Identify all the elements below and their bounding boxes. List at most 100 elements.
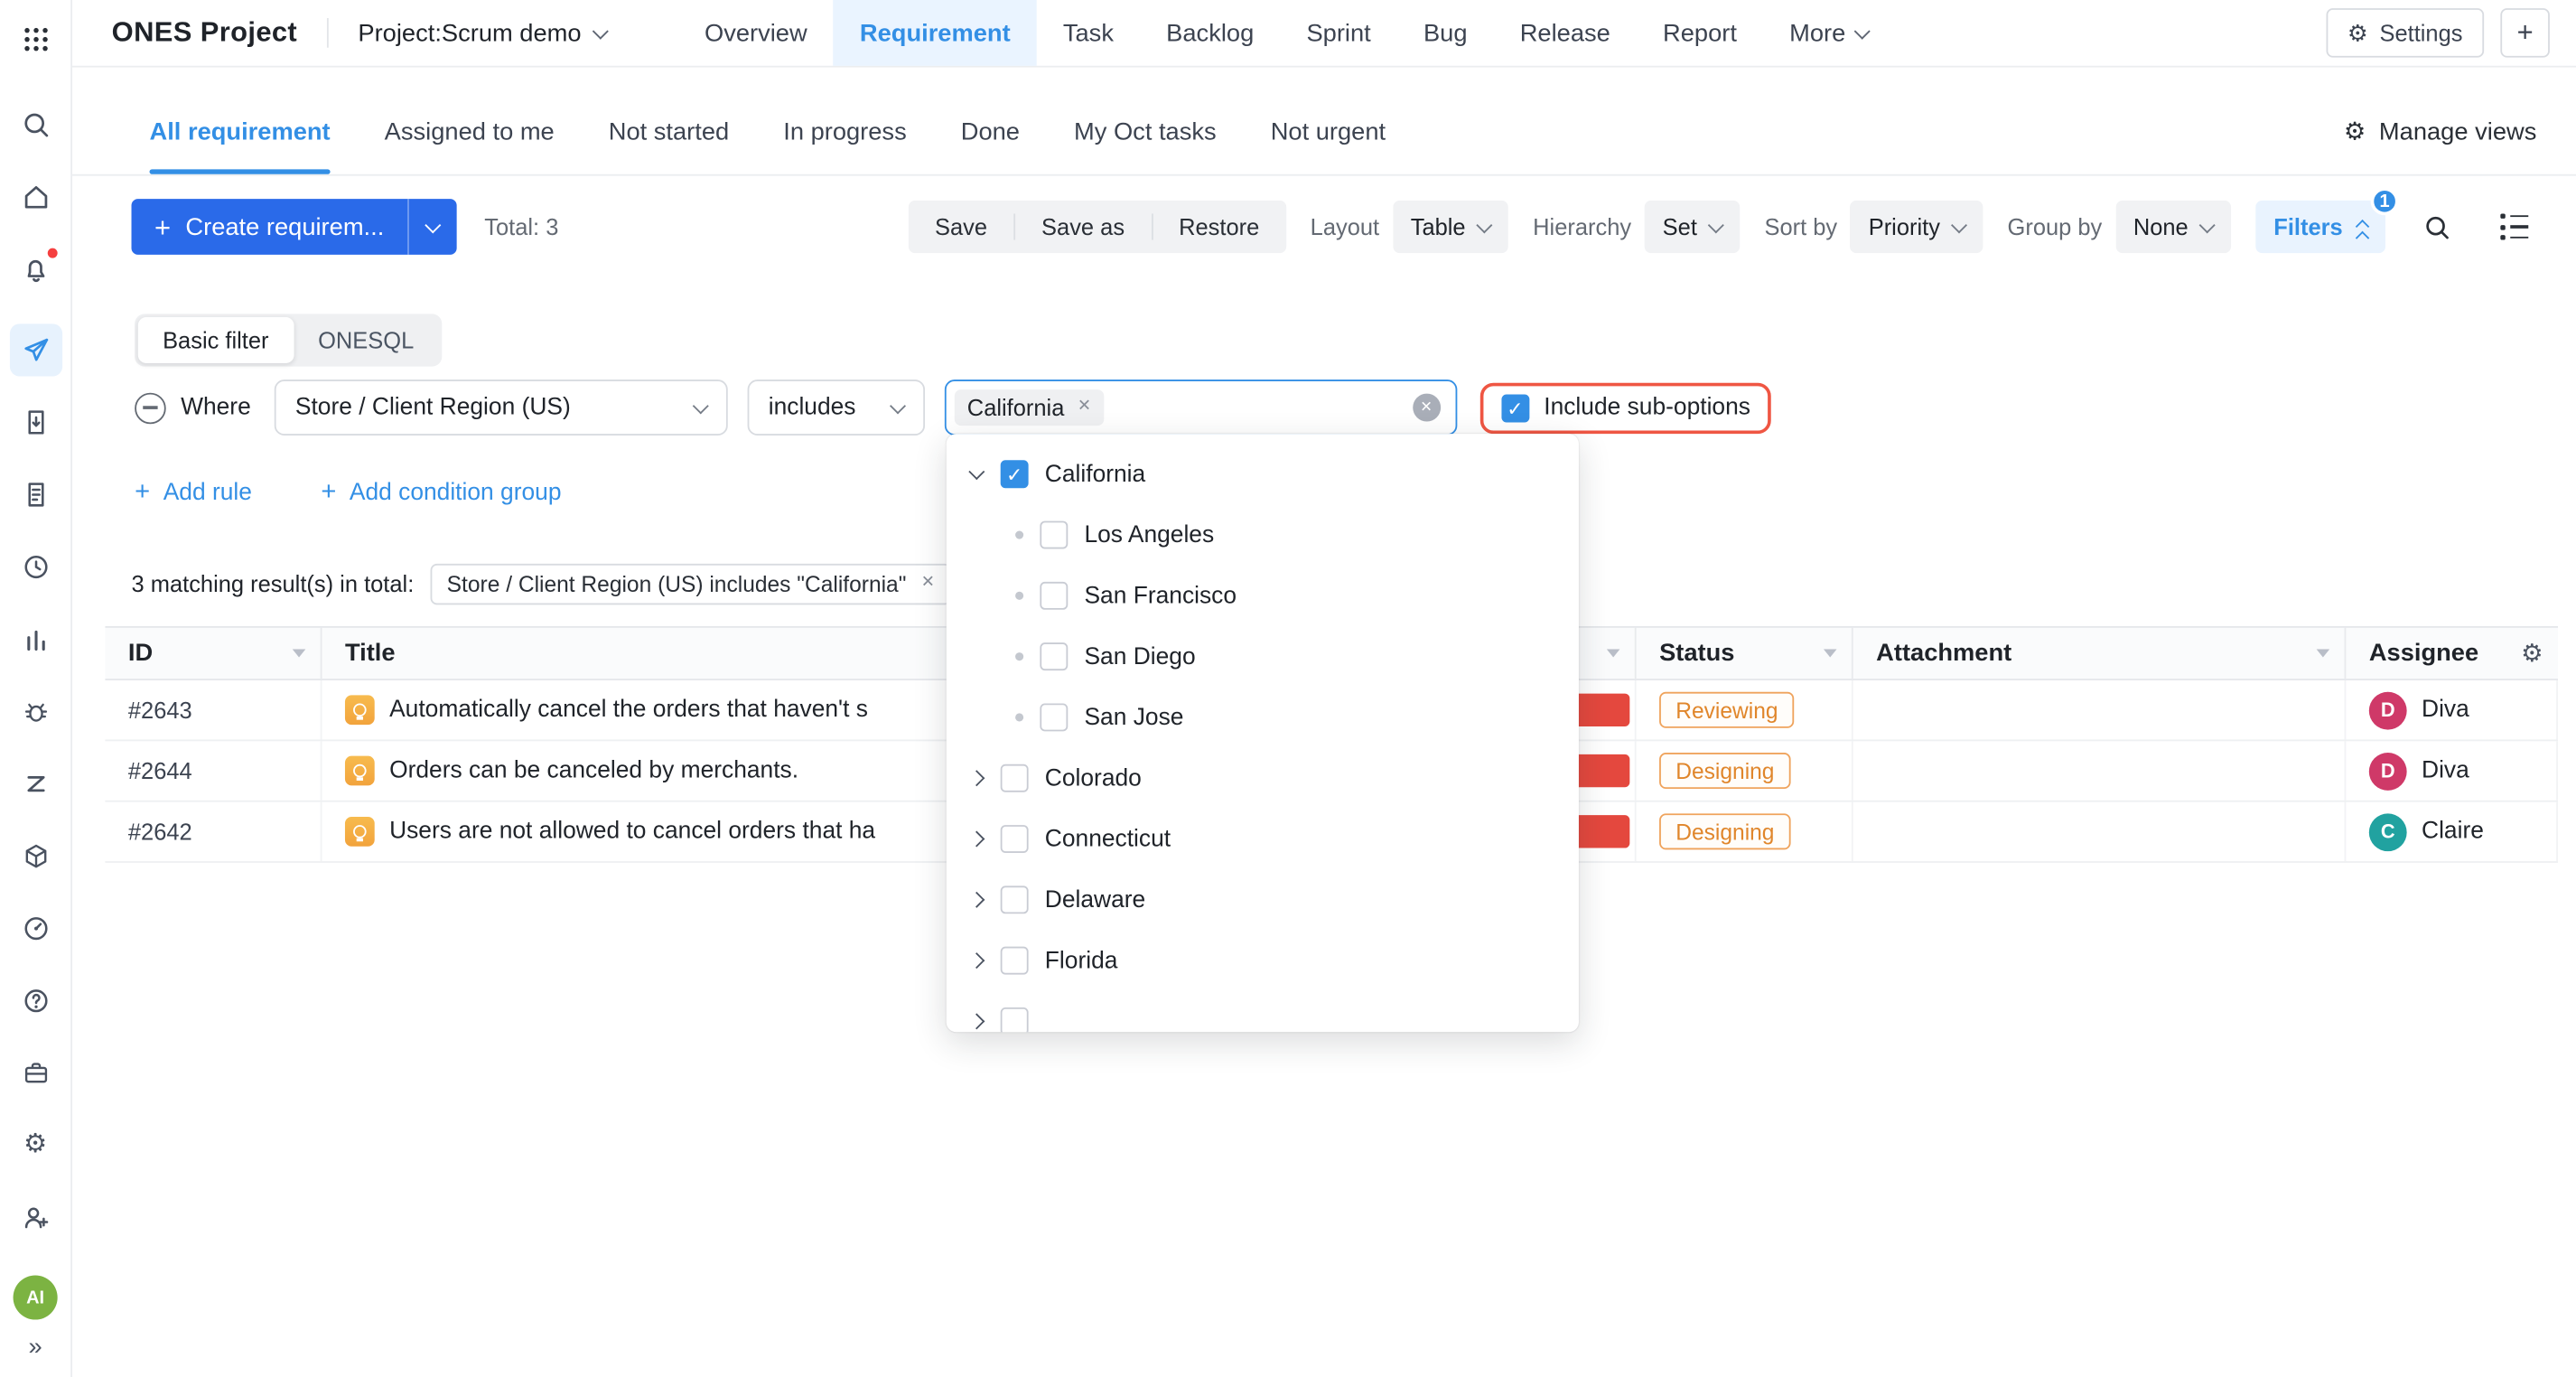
chevron-right-icon[interactable] [968, 830, 985, 848]
checkbox-unchecked[interactable] [1000, 825, 1029, 853]
bell-icon[interactable] [9, 243, 61, 295]
field-select[interactable]: Store / Client Region (US) [274, 379, 728, 436]
chevron-right-icon[interactable] [968, 770, 985, 787]
dropdown-option-los-angeles[interactable]: Los Angeles [947, 504, 1579, 565]
document-edit-icon[interactable] [9, 468, 61, 520]
dropdown-option-florida[interactable]: Florida [947, 930, 1579, 990]
checkbox-checked[interactable] [1000, 460, 1029, 489]
view-tab-in-progress[interactable]: In progress [783, 90, 907, 174]
nav-report[interactable]: Report [1637, 0, 1763, 66]
save-button[interactable]: Save [909, 213, 1013, 239]
view-tab-all-requirement[interactable]: All requirement [149, 90, 331, 174]
view-tab-not-urgent[interactable]: Not urgent [1271, 90, 1386, 174]
chevron-down-icon[interactable] [968, 464, 985, 481]
dropdown-option-connecticut[interactable]: Connecticut [947, 809, 1579, 869]
paper-plane-icon[interactable] [9, 323, 62, 377]
active-filter-tag: Store / Client Region (US) includes "Cal… [430, 562, 952, 604]
expand-sidebar-icon[interactable]: » [29, 1333, 42, 1361]
column-settings-gear-icon[interactable]: ⚙ [2521, 641, 2543, 665]
settings-button[interactable]: ⚙ Settings [2326, 8, 2485, 58]
group-by-select[interactable]: None [2114, 200, 2232, 254]
nav-bug[interactable]: Bug [1397, 0, 1494, 66]
clear-input-icon[interactable]: ✕ [1412, 393, 1441, 422]
layout-label: Layout [1310, 213, 1380, 240]
restore-button[interactable]: Restore [1153, 213, 1285, 239]
compass-icon[interactable] [9, 903, 61, 955]
help-icon[interactable] [9, 975, 61, 1027]
zigzag-flow-icon[interactable] [9, 758, 61, 810]
tab-basic-filter[interactable]: Basic filter [137, 317, 294, 363]
dropdown-option-colorado[interactable]: Colorado [947, 748, 1579, 809]
clock-icon[interactable] [9, 540, 61, 593]
view-tab-done[interactable]: Done [961, 90, 1020, 174]
remove-rule-icon[interactable] [135, 391, 166, 424]
home-icon[interactable] [9, 171, 61, 223]
list-settings-icon[interactable] [2487, 201, 2540, 253]
value-multiselect-input[interactable]: California ✕ ✕ [944, 379, 1457, 436]
operator-select[interactable]: includes [747, 379, 925, 436]
dropdown-option-delaware[interactable]: Delaware [947, 869, 1579, 930]
bug-icon[interactable] [9, 685, 61, 737]
table-header-assignee[interactable]: Assignee ⚙ [2346, 628, 2558, 679]
project-selector[interactable]: Project:Scrum demo [358, 19, 609, 47]
checkbox-unchecked[interactable] [1040, 642, 1069, 671]
filters-button[interactable]: Filters [2255, 200, 2386, 254]
ai-avatar[interactable]: AI [13, 1275, 58, 1320]
sort-by-select[interactable]: Priority [1850, 200, 1983, 254]
nav-more[interactable]: More [1763, 0, 1895, 66]
toolbar: + Create requirem... Total: 3 Save Save … [72, 176, 2576, 278]
nav-release[interactable]: Release [1494, 0, 1637, 66]
view-tab-not-started[interactable]: Not started [609, 90, 729, 174]
bar-chart-icon[interactable] [9, 613, 61, 665]
checkbox-unchecked[interactable] [1000, 885, 1029, 914]
table-header-status[interactable]: Status [1637, 627, 1853, 679]
dropdown-option-california[interactable]: California [947, 444, 1579, 504]
nav-sprint[interactable]: Sprint [1280, 0, 1396, 66]
document-export-icon[interactable] [9, 396, 61, 448]
add-button[interactable]: + [2500, 8, 2550, 58]
status-badge: Designing [1659, 753, 1791, 790]
search-icon[interactable] [9, 98, 61, 151]
manage-views-button[interactable]: ⚙ Manage views [2344, 90, 2536, 174]
dropdown-option-san-jose[interactable]: San Jose [947, 687, 1579, 747]
table-header-id[interactable]: ID [105, 627, 322, 679]
cube-icon[interactable] [9, 830, 61, 883]
create-requirement-button[interactable]: + Create requirem... [131, 199, 457, 255]
remove-tag-icon[interactable]: ✕ [1078, 398, 1091, 416]
nav-task[interactable]: Task [1037, 0, 1140, 66]
view-tab-my-oct-tasks[interactable]: My Oct tasks [1074, 90, 1217, 174]
add-user-icon[interactable] [9, 1192, 61, 1244]
remove-filter-icon[interactable]: ✕ [921, 575, 935, 592]
include-sub-options-checkbox[interactable] [1500, 393, 1529, 422]
checkbox-unchecked [1000, 1007, 1029, 1033]
nav-backlog[interactable]: Backlog [1140, 0, 1280, 66]
dropdown-option-san-francisco[interactable]: San Francisco [947, 566, 1579, 626]
create-dropdown-button[interactable] [409, 199, 457, 255]
dropdown-option-san-diego[interactable]: San Diego [947, 626, 1579, 687]
save-as-button[interactable]: Save as [1015, 213, 1151, 239]
checkbox-unchecked[interactable] [1040, 581, 1069, 610]
checkbox-unchecked[interactable] [1000, 946, 1029, 975]
nav-requirement[interactable]: Requirement [833, 0, 1037, 66]
tree-bullet [1015, 713, 1024, 722]
add-rule-button[interactable]: + Add rule [135, 476, 252, 509]
tab-onesql[interactable]: ONESQL [294, 317, 439, 363]
briefcase-icon[interactable] [9, 1047, 61, 1100]
checkbox-unchecked[interactable] [1040, 520, 1069, 549]
apps-grid-icon[interactable] [9, 14, 61, 66]
checkbox-unchecked[interactable] [1000, 763, 1029, 792]
view-tab-assigned-to-me[interactable]: Assigned to me [385, 90, 555, 174]
chevron-right-icon[interactable] [968, 952, 985, 970]
layout-select[interactable]: Table [1392, 200, 1508, 254]
collapse-filters-icon [2355, 216, 2370, 245]
chevron-right-icon[interactable] [968, 891, 985, 908]
checkbox-unchecked[interactable] [1040, 703, 1069, 732]
cell-assignee: D Diva [2346, 741, 2558, 801]
add-condition-group-button[interactable]: + Add condition group [321, 476, 561, 509]
table-header-attachment[interactable]: Attachment [1853, 627, 2347, 679]
hierarchy-select[interactable]: Set [1644, 200, 1741, 254]
search-icon[interactable] [2410, 201, 2462, 253]
gear-icon[interactable]: ⚙ [9, 1119, 61, 1172]
dropdown-option-partial[interactable] [947, 991, 1579, 1033]
nav-overview[interactable]: Overview [678, 0, 834, 66]
